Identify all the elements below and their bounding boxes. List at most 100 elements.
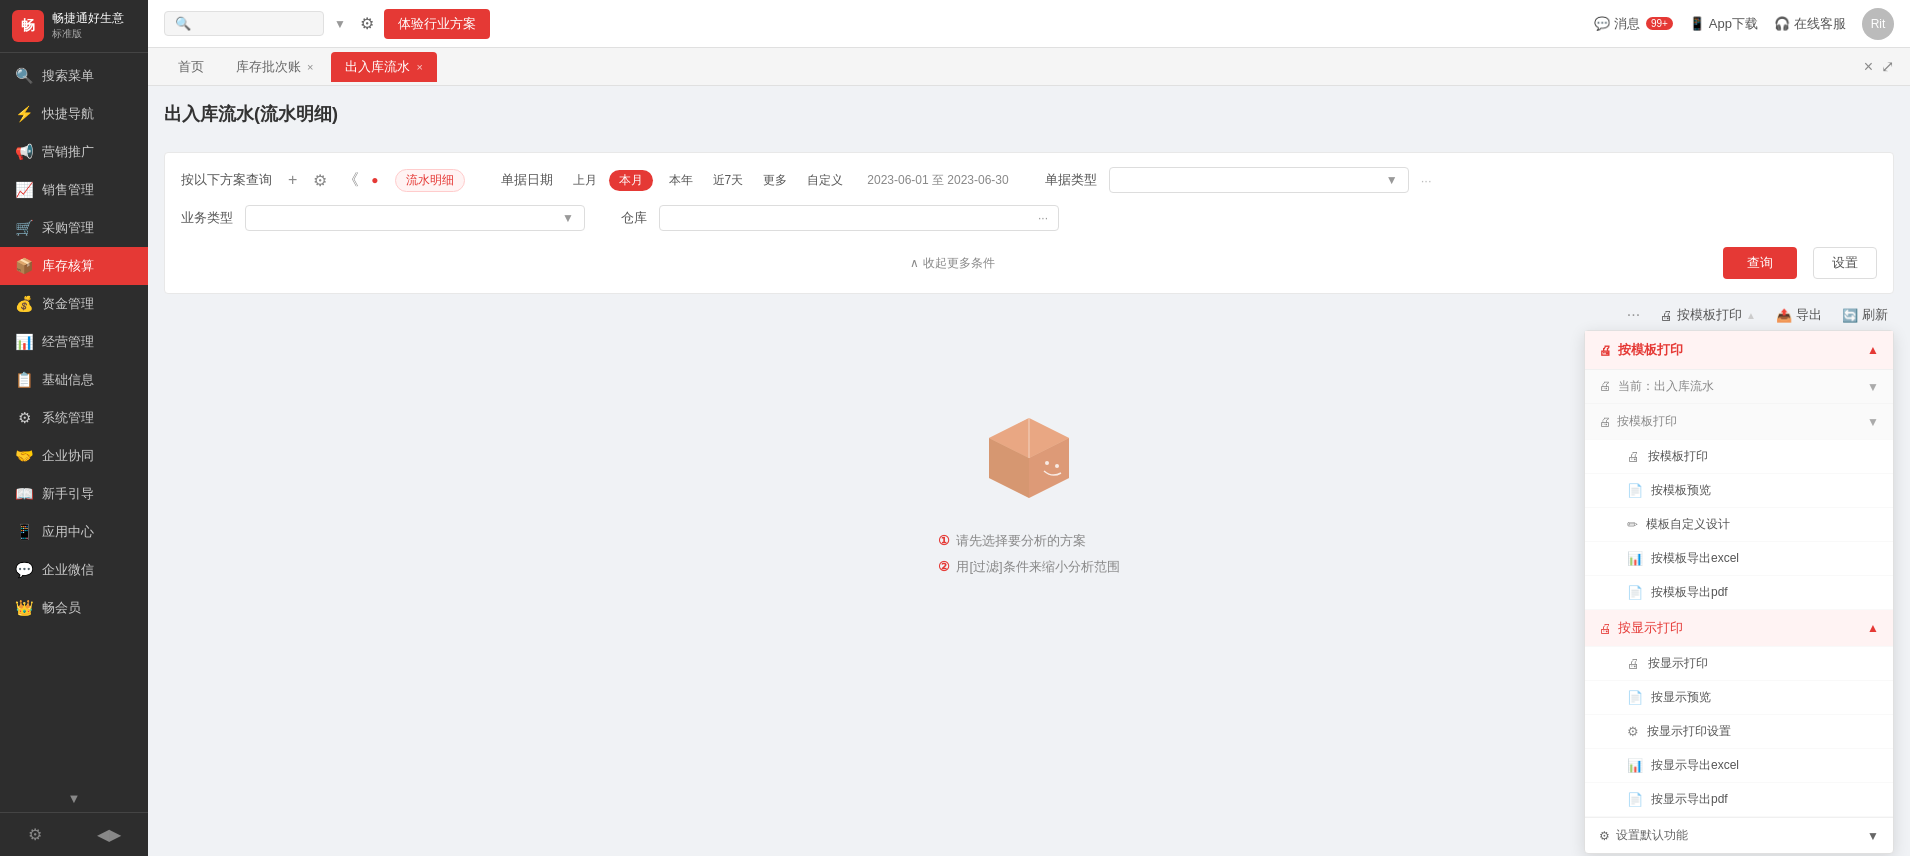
sidebar-item-apps[interactable]: 📱应用中心 [0, 513, 148, 551]
setting-button[interactable]: 设置 [1813, 247, 1877, 279]
sidebar-item-purchase[interactable]: 🛒 采购管理 [0, 209, 148, 247]
print-template-button[interactable]: 🖨 按模板打印 ▲ [1654, 302, 1762, 328]
topbar-app-download[interactable]: 📱 App下载 [1689, 15, 1758, 33]
tab-batch[interactable]: 库存批次账 × [222, 52, 327, 82]
date-label: 单据日期 [501, 171, 553, 189]
query-button[interactable]: 查询 [1723, 247, 1797, 279]
sidebar-label-finance: 资金管理 [42, 295, 94, 313]
date-option-last7[interactable]: 近7天 [705, 170, 752, 191]
type-select[interactable]: ▼ [1109, 167, 1409, 193]
sidebar-label-sales: 销售管理 [42, 181, 94, 199]
dropdown-template-print[interactable]: 🖨 按模板打印 [1585, 440, 1893, 474]
date-option-this_month[interactable]: 本月 [609, 170, 653, 191]
refresh-icon: 🔄 [1842, 308, 1858, 323]
sidebar-item-operations[interactable]: 📊经营管理 [0, 323, 148, 361]
dropdown-template-pdf[interactable]: 📄 按模板导出pdf [1585, 576, 1893, 610]
sidebar-item-wechat[interactable]: 💬企业微信 [0, 551, 148, 589]
dropdown-item-template-section-header[interactable]: 🖨 按模板打印 ▼ [1585, 404, 1893, 440]
date-option-custom[interactable]: 自定义 [799, 170, 851, 191]
tab-label-batch: 库存批次账 [236, 58, 301, 76]
printer-section-icon: 🖨 [1599, 415, 1611, 429]
headset-icon: 🎧 [1774, 16, 1790, 31]
sidebar-settings-icon[interactable]: ⚙ [18, 821, 52, 848]
topbar-dropdown-icon[interactable]: ▼ [334, 17, 346, 31]
sidebar-icon-wechat: 💬 [14, 561, 34, 579]
filter-add-button[interactable]: + [288, 171, 297, 189]
svg-point-6 [1055, 464, 1059, 468]
sidebar-label-cooperation: 企业协同 [42, 447, 94, 465]
date-option-this_year[interactable]: 本年 [661, 170, 701, 191]
message-icon: 💬 [1594, 16, 1610, 31]
dropdown-display-excel[interactable]: 📊 按显示导出excel [1585, 749, 1893, 783]
logo-version: 标准版 [52, 27, 124, 41]
date-option-prev_month[interactable]: 上月 [565, 170, 605, 191]
topbar-gear-icon[interactable]: ⚙ [360, 14, 374, 33]
tab-flow[interactable]: 出入库流水× [331, 52, 436, 82]
sidebar-item-system[interactable]: ⚙系统管理 [0, 399, 148, 437]
sidebar-item-search[interactable]: 🔍搜索菜单 [0, 57, 148, 95]
biz-type-select[interactable]: ▼ [245, 205, 585, 231]
sidebar-icon-purchase: 🛒 [14, 219, 34, 237]
filter-collapse-button[interactable]: 《 [343, 170, 359, 191]
dropdown-display-print[interactable]: 🖨 按显示打印 [1585, 647, 1893, 681]
display-section-expand[interactable]: ▲ [1867, 621, 1879, 635]
tab-maximize-button[interactable]: ⤢ [1881, 57, 1894, 76]
dropdown-collapse-icon[interactable]: ▲ [1867, 343, 1879, 357]
dropdown-display-preview[interactable]: 📄 按显示预览 [1585, 681, 1893, 715]
filter-settings-button[interactable]: ⚙ [313, 171, 327, 190]
svg-point-5 [1045, 461, 1049, 465]
filter-bottom: ∧ 收起更多条件 查询 设置 [181, 243, 1877, 279]
dropdown-template-custom[interactable]: ✏ 模板自定义设计 [1585, 508, 1893, 542]
warehouse-select[interactable]: ··· [659, 205, 1059, 231]
sidebar-item-guide[interactable]: 📖新手引导 [0, 475, 148, 513]
toolbar-more-dots[interactable]: ··· [1621, 306, 1646, 324]
message-label: 消息 [1614, 15, 1640, 33]
dropdown-header[interactable]: 🖨 按模板打印 ▲ [1585, 331, 1893, 370]
page-header: 出入库流水(流水明细) [164, 102, 1894, 142]
collapse-btn[interactable]: ∧ 收起更多条件 [910, 255, 995, 272]
dropdown-display-pdf[interactable]: 📄 按显示导出pdf [1585, 783, 1893, 817]
template-section-expand[interactable]: ▼ [1867, 415, 1879, 429]
sidebar-label-apps: 应用中心 [42, 523, 94, 541]
sidebar-item-sales[interactable]: 📈销售管理 [0, 171, 148, 209]
dropdown-display-section-header[interactable]: 🖨 按显示打印 ▲ [1585, 610, 1893, 647]
sidebar-item-member[interactable]: 👑畅会员 [0, 589, 148, 627]
app-logo: 畅 畅捷通好生意 标准版 [0, 0, 148, 53]
topbar-message[interactable]: 💬 消息 99+ [1594, 15, 1673, 33]
dropdown-display-settings[interactable]: ⚙ 按显示打印设置 [1585, 715, 1893, 749]
dropdown-current-expand[interactable]: ▼ [1867, 380, 1879, 394]
sidebar-label-basic: 基础信息 [42, 371, 94, 389]
trial-button[interactable]: 体验行业方案 [384, 9, 490, 39]
sidebar-item-cooperation[interactable]: 🤝企业协同 [0, 437, 148, 475]
tab-close-all-button[interactable]: × [1864, 57, 1873, 76]
type-more-icon[interactable]: ··· [1421, 173, 1432, 188]
sidebar-item-finance[interactable]: 💰资金管理 [0, 285, 148, 323]
sidebar-scroll-down[interactable]: ▼ [0, 784, 148, 812]
sidebar-item-inventory[interactable]: 📦库存核算 [0, 247, 148, 285]
sidebar-item-basic[interactable]: 📋基础信息 [0, 361, 148, 399]
sidebar-item-shortcut[interactable]: ⚡快捷导航 [0, 95, 148, 133]
tab-close-batch[interactable]: × [307, 61, 313, 73]
sidebar-collapse-icon[interactable]: ◀▶ [87, 821, 131, 848]
dropdown-template-preview[interactable]: 📄 按模板预览 [1585, 474, 1893, 508]
collapse-icon: ∧ [910, 256, 919, 270]
user-avatar[interactable]: Rit [1862, 8, 1894, 40]
topbar-search-box[interactable]: 🔍 [164, 11, 324, 36]
tab-home[interactable]: 首页 [164, 52, 218, 82]
topbar-online-service[interactable]: 🎧 在线客服 [1774, 15, 1846, 33]
tab-label-home: 首页 [178, 58, 204, 76]
date-option-more[interactable]: 更多 [755, 170, 795, 191]
tab-bar: 首页库存批次账×出入库流水× × ⤢ [148, 48, 1910, 86]
sidebar-label-purchase: 采购管理 [42, 219, 94, 237]
refresh-button[interactable]: 🔄 刷新 [1836, 302, 1894, 328]
dropdown-footer[interactable]: ⚙ 设置默认功能 ▼ [1585, 817, 1893, 853]
type-select-arrow: ▼ [1386, 173, 1398, 187]
dropdown-template-excel[interactable]: 📊 按模板导出excel [1585, 542, 1893, 576]
tab-close-flow[interactable]: × [416, 61, 422, 73]
biz-type-label: 业务类型 [181, 209, 233, 227]
sidebar-item-marketing[interactable]: 📢营销推广 [0, 133, 148, 171]
flow-chip[interactable]: 流水明细 [395, 169, 465, 192]
search-input[interactable] [195, 17, 313, 31]
dropdown-current-row: 🖨 当前：出入库流水 ▼ [1585, 370, 1893, 404]
export-button[interactable]: 📤 导出 [1770, 302, 1828, 328]
